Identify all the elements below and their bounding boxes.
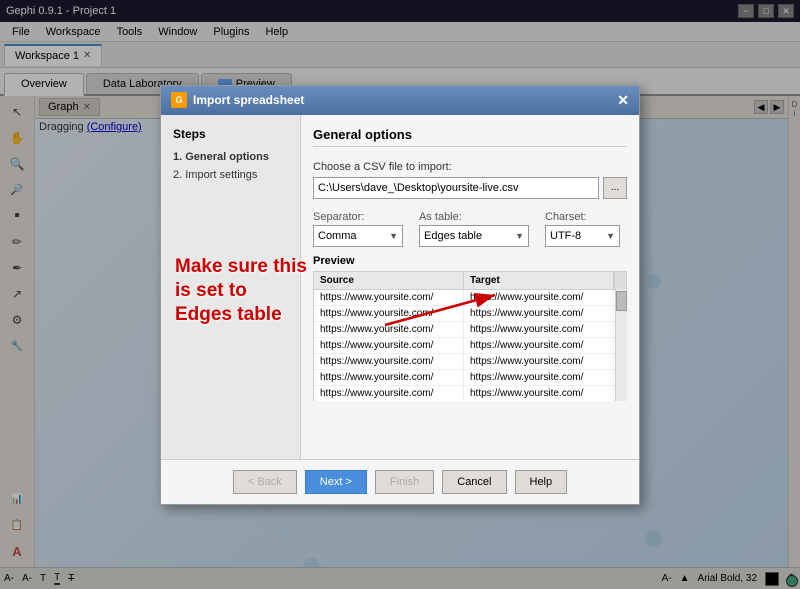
browse-button[interactable]: ...	[603, 177, 627, 199]
steps-title: Steps	[173, 127, 288, 141]
cell-source: https://www.yoursite.com/	[314, 322, 464, 337]
finish-button[interactable]: Finish	[375, 470, 434, 494]
as-table-group: As table: Edges table ▼	[419, 211, 529, 247]
table-row: https://www.yoursite.com/ https://www.yo…	[314, 338, 626, 354]
as-table-select[interactable]: Edges table ▼	[419, 225, 529, 247]
table-row: https://www.yoursite.com/ https://www.yo…	[314, 290, 626, 306]
file-path-input[interactable]	[313, 177, 599, 199]
modal-close-button[interactable]: ✕	[617, 92, 629, 109]
charset-arrow-icon: ▼	[606, 231, 615, 241]
preview-table-header: Source Target	[314, 272, 626, 290]
help-button[interactable]: Help	[515, 470, 568, 494]
cell-target: https://www.yoursite.com/	[464, 322, 614, 337]
options-row: Separator: Comma ▼ As table: Edges table…	[313, 211, 627, 247]
charset-group: Charset: UTF-8 ▼	[545, 211, 620, 247]
cell-target: https://www.yoursite.com/	[464, 290, 614, 305]
modal-title-area: G Import spreadsheet	[171, 92, 304, 108]
modal-body: Steps 1. General options 2. Import setti…	[161, 115, 639, 459]
table-row: https://www.yoursite.com/ https://www.yo…	[314, 354, 626, 370]
separator-label: Separator:	[313, 211, 403, 223]
separator-group: Separator: Comma ▼	[313, 211, 403, 247]
file-input-row: ...	[313, 177, 627, 199]
as-table-label: As table:	[419, 211, 529, 223]
cell-target: https://www.yoursite.com/	[464, 306, 614, 321]
modal-content-panel: General options Choose a CSV file to imp…	[301, 115, 639, 459]
charset-label: Charset:	[545, 211, 620, 223]
next-button[interactable]: Next >	[305, 470, 367, 494]
back-button[interactable]: < Back	[233, 470, 297, 494]
as-table-arrow-icon: ▼	[515, 231, 524, 241]
modal-icon: G	[171, 92, 187, 108]
cell-source: https://www.yoursite.com/	[314, 290, 464, 305]
modal-footer: < Back Next > Finish Cancel Help	[161, 459, 639, 504]
modal-title-bar: G Import spreadsheet ✕	[161, 86, 639, 115]
table-row: https://www.yoursite.com/ https://www.yo…	[314, 322, 626, 338]
table-row: https://www.yoursite.com/ https://www.yo…	[314, 386, 626, 401]
scrollbar-placeholder	[614, 272, 626, 289]
col-target: Target	[464, 272, 614, 289]
charset-select[interactable]: UTF-8 ▼	[545, 225, 620, 247]
preview-rows: https://www.yoursite.com/ https://www.yo…	[314, 290, 626, 401]
import-spreadsheet-dialog: G Import spreadsheet ✕ Steps 1. General …	[160, 85, 640, 505]
step-2: 2. Import settings	[173, 169, 288, 181]
preview-table-container: Source Target https://www.yoursite.com/ …	[313, 271, 627, 401]
cell-target: https://www.yoursite.com/	[464, 338, 614, 353]
table-row: https://www.yoursite.com/ https://www.yo…	[314, 370, 626, 386]
scroll-thumb[interactable]	[616, 291, 627, 311]
scrollbar[interactable]	[615, 289, 627, 401]
cancel-button[interactable]: Cancel	[442, 470, 506, 494]
modal-overlay: G Import spreadsheet ✕ Steps 1. General …	[0, 0, 800, 589]
cell-target: https://www.yoursite.com/	[464, 370, 614, 385]
separator-arrow-icon: ▼	[389, 231, 398, 241]
preview-label: Preview	[313, 255, 627, 267]
cell-source: https://www.yoursite.com/	[314, 370, 464, 385]
section-title: General options	[313, 127, 627, 147]
cell-target: https://www.yoursite.com/	[464, 354, 614, 369]
cell-source: https://www.yoursite.com/	[314, 386, 464, 401]
col-source: Source	[314, 272, 464, 289]
file-label: Choose a CSV file to import:	[313, 161, 627, 173]
separator-select[interactable]: Comma ▼	[313, 225, 403, 247]
cell-source: https://www.yoursite.com/	[314, 354, 464, 369]
preview-table: Source Target https://www.yoursite.com/ …	[313, 271, 627, 401]
steps-panel: Steps 1. General options 2. Import setti…	[161, 115, 301, 459]
cell-source: https://www.yoursite.com/	[314, 338, 464, 353]
step-1: 1. General options	[173, 151, 288, 163]
modal-title: Import spreadsheet	[193, 93, 304, 107]
table-row: https://www.yoursite.com/ https://www.yo…	[314, 306, 626, 322]
cell-target: https://www.yoursite.com/	[464, 386, 614, 401]
cell-source: https://www.yoursite.com/	[314, 306, 464, 321]
